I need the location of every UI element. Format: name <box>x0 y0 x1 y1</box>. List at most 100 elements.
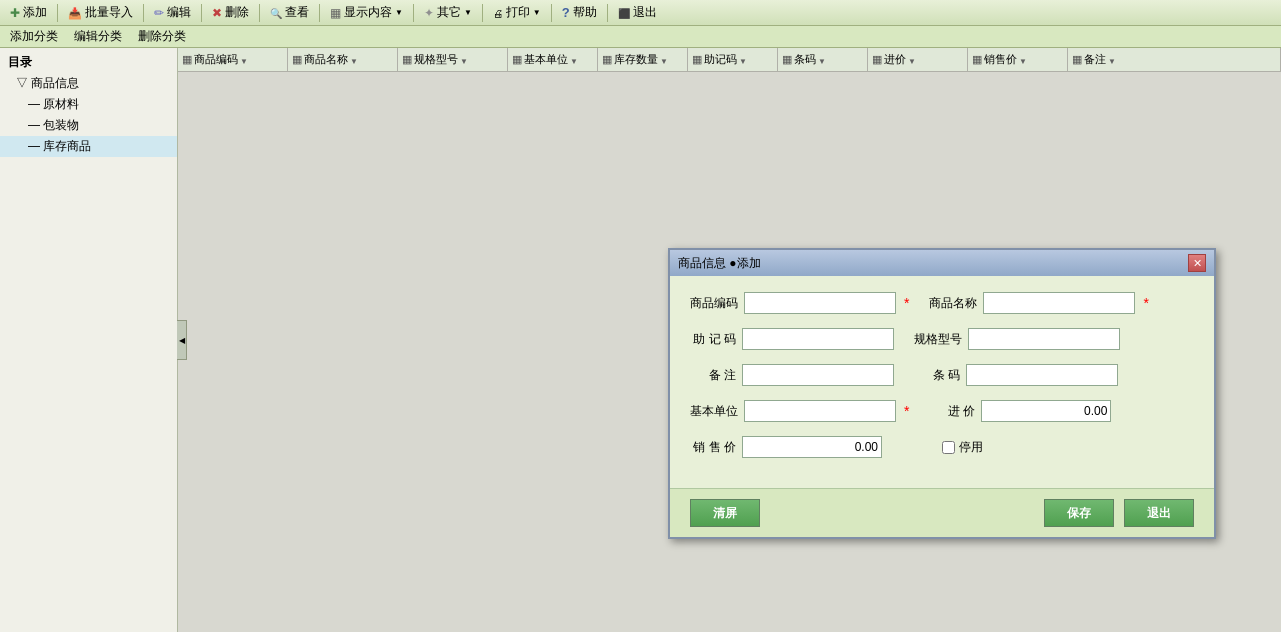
print-button[interactable]: 打印 ▼ <box>487 2 547 23</box>
save-button[interactable]: 保存 <box>1044 499 1114 527</box>
add-category-button[interactable]: 添加分类 <box>4 27 64 46</box>
product-name-required: * <box>1143 295 1148 311</box>
clear-button[interactable]: 清屏 <box>690 499 760 527</box>
form-group-disabled: 停用 <box>942 439 983 456</box>
form-group-memo: 助 记 码 <box>690 328 894 350</box>
tree-item-raw[interactable]: — 原材料 <box>0 94 177 115</box>
sep2 <box>143 4 144 22</box>
dialog-close-button[interactable]: ✕ <box>1188 254 1206 272</box>
dialog-body: 商品编码 * 商品名称 * 助 记 码 <box>670 276 1214 488</box>
form-row-2: 助 记 码 规格型号 <box>690 328 1194 350</box>
display-icon <box>330 6 341 20</box>
form-row-5: 销 售 价 停用 <box>690 436 1194 458</box>
dialog-footer: 清屏 保存 退出 <box>670 488 1214 537</box>
dialog: 商品信息 ●添加 ✕ 商品编码 * 商品名称 <box>668 248 1216 539</box>
tree-item-packaging[interactable]: — 包装物 <box>0 115 177 136</box>
other-icon <box>424 6 434 20</box>
exit-label: 退出 <box>633 4 657 21</box>
tree-label-root: 商品信息 <box>31 76 79 90</box>
sidebar: 目录 ▽ 商品信息 — 原材料 — 包装物 — 库存商品 ◀ <box>0 48 178 632</box>
print-label: 打印 <box>506 4 530 21</box>
modal-overlay: 商品信息 ●添加 ✕ 商品编码 * 商品名称 <box>178 48 1281 632</box>
tree-bullet-packaging: — <box>28 118 43 132</box>
exit-icon <box>618 6 630 20</box>
edit-button[interactable]: 编辑 <box>148 2 197 23</box>
form-row-3: 备 注 条 码 <box>690 364 1194 386</box>
spec-input[interactable] <box>968 328 1120 350</box>
product-name-label: 商品名称 <box>929 295 977 312</box>
form-group-name: 商品名称 * <box>929 292 1148 314</box>
form-group-unit: 基本单位 * <box>690 400 909 422</box>
toolbar: 添加 批量导入 编辑 删除 查看 显示内容 ▼ 其它 ▼ 打印 ▼ 帮助 <box>0 0 1281 26</box>
display-button[interactable]: 显示内容 ▼ <box>324 2 409 23</box>
view-label: 查看 <box>285 4 309 21</box>
sep9 <box>607 4 608 22</box>
sidebar-title: 目录 <box>0 52 177 73</box>
product-code-input[interactable] <box>744 292 896 314</box>
print-dropdown-icon: ▼ <box>533 8 541 17</box>
spec-label: 规格型号 <box>914 331 962 348</box>
other-button[interactable]: 其它 ▼ <box>418 2 478 23</box>
delete-button[interactable]: 删除 <box>206 2 255 23</box>
edit-category-button[interactable]: 编辑分类 <box>68 27 128 46</box>
form-group-spec: 规格型号 <box>914 328 1120 350</box>
view-icon <box>270 6 282 20</box>
form-row-4: 基本单位 * 进 价 <box>690 400 1194 422</box>
memo-code-label: 助 记 码 <box>690 331 736 348</box>
tree-item-stock[interactable]: — 库存商品 <box>0 136 177 157</box>
form-group-note: 备 注 <box>690 364 894 386</box>
add-label: 添加 <box>23 4 47 21</box>
price-in-label: 进 价 <box>929 403 975 420</box>
dialog-title: 商品信息 ●添加 <box>678 255 761 272</box>
dialog-titlebar: 商品信息 ●添加 ✕ <box>670 250 1214 276</box>
main-container: 目录 ▽ 商品信息 — 原材料 — 包装物 — 库存商品 ◀ 商品编码 <box>0 48 1281 632</box>
print-icon <box>493 6 503 20</box>
unit-required: * <box>904 403 909 419</box>
product-name-input[interactable] <box>983 292 1135 314</box>
import-icon <box>68 6 82 20</box>
form-row-1: 商品编码 * 商品名称 * <box>690 292 1194 314</box>
sep6 <box>413 4 414 22</box>
barcode-input[interactable] <box>966 364 1118 386</box>
content-panel: 商品编码 商品名称 规格型号 基本单位 库存数量 <box>178 48 1281 632</box>
help-label: 帮助 <box>573 4 597 21</box>
submenu-bar: 添加分类 编辑分类 删除分类 <box>0 26 1281 48</box>
tree-item-root[interactable]: ▽ 商品信息 <box>0 73 177 94</box>
price-in-input[interactable] <box>981 400 1111 422</box>
disabled-label: 停用 <box>959 439 983 456</box>
product-code-label: 商品编码 <box>690 295 738 312</box>
exit-button[interactable]: 退出 <box>612 2 663 23</box>
disabled-checkbox[interactable] <box>942 441 955 454</box>
barcode-label: 条 码 <box>914 367 960 384</box>
tree-bullet-stock: — <box>28 139 43 153</box>
batch-import-label: 批量导入 <box>85 4 133 21</box>
edit-icon <box>154 6 164 20</box>
form-group-code: 商品编码 * <box>690 292 909 314</box>
tree-label-raw: 原材料 <box>43 97 79 111</box>
add-button[interactable]: 添加 <box>4 2 53 23</box>
form-group-sale-price: 销 售 价 <box>690 436 882 458</box>
sep4 <box>259 4 260 22</box>
delete-label: 删除 <box>225 4 249 21</box>
delete-category-button[interactable]: 删除分类 <box>132 27 192 46</box>
memo-code-input[interactable] <box>742 328 894 350</box>
note-input[interactable] <box>742 364 894 386</box>
help-button[interactable]: 帮助 <box>556 2 603 23</box>
other-label: 其它 <box>437 4 461 21</box>
sale-price-label: 销 售 价 <box>690 439 736 456</box>
other-dropdown-icon: ▼ <box>464 8 472 17</box>
product-code-required: * <box>904 295 909 311</box>
unit-label: 基本单位 <box>690 403 738 420</box>
unit-input[interactable] <box>744 400 896 422</box>
dialog-exit-button[interactable]: 退出 <box>1124 499 1194 527</box>
sale-price-input[interactable] <box>742 436 882 458</box>
tree-label-packaging: 包装物 <box>43 118 79 132</box>
help-icon <box>562 5 570 20</box>
sep7 <box>482 4 483 22</box>
batch-import-button[interactable]: 批量导入 <box>62 2 139 23</box>
edit-label: 编辑 <box>167 4 191 21</box>
form-group-price-in: 进 价 <box>929 400 1111 422</box>
display-label: 显示内容 <box>344 4 392 21</box>
form-group-barcode: 条 码 <box>914 364 1118 386</box>
view-button[interactable]: 查看 <box>264 2 315 23</box>
